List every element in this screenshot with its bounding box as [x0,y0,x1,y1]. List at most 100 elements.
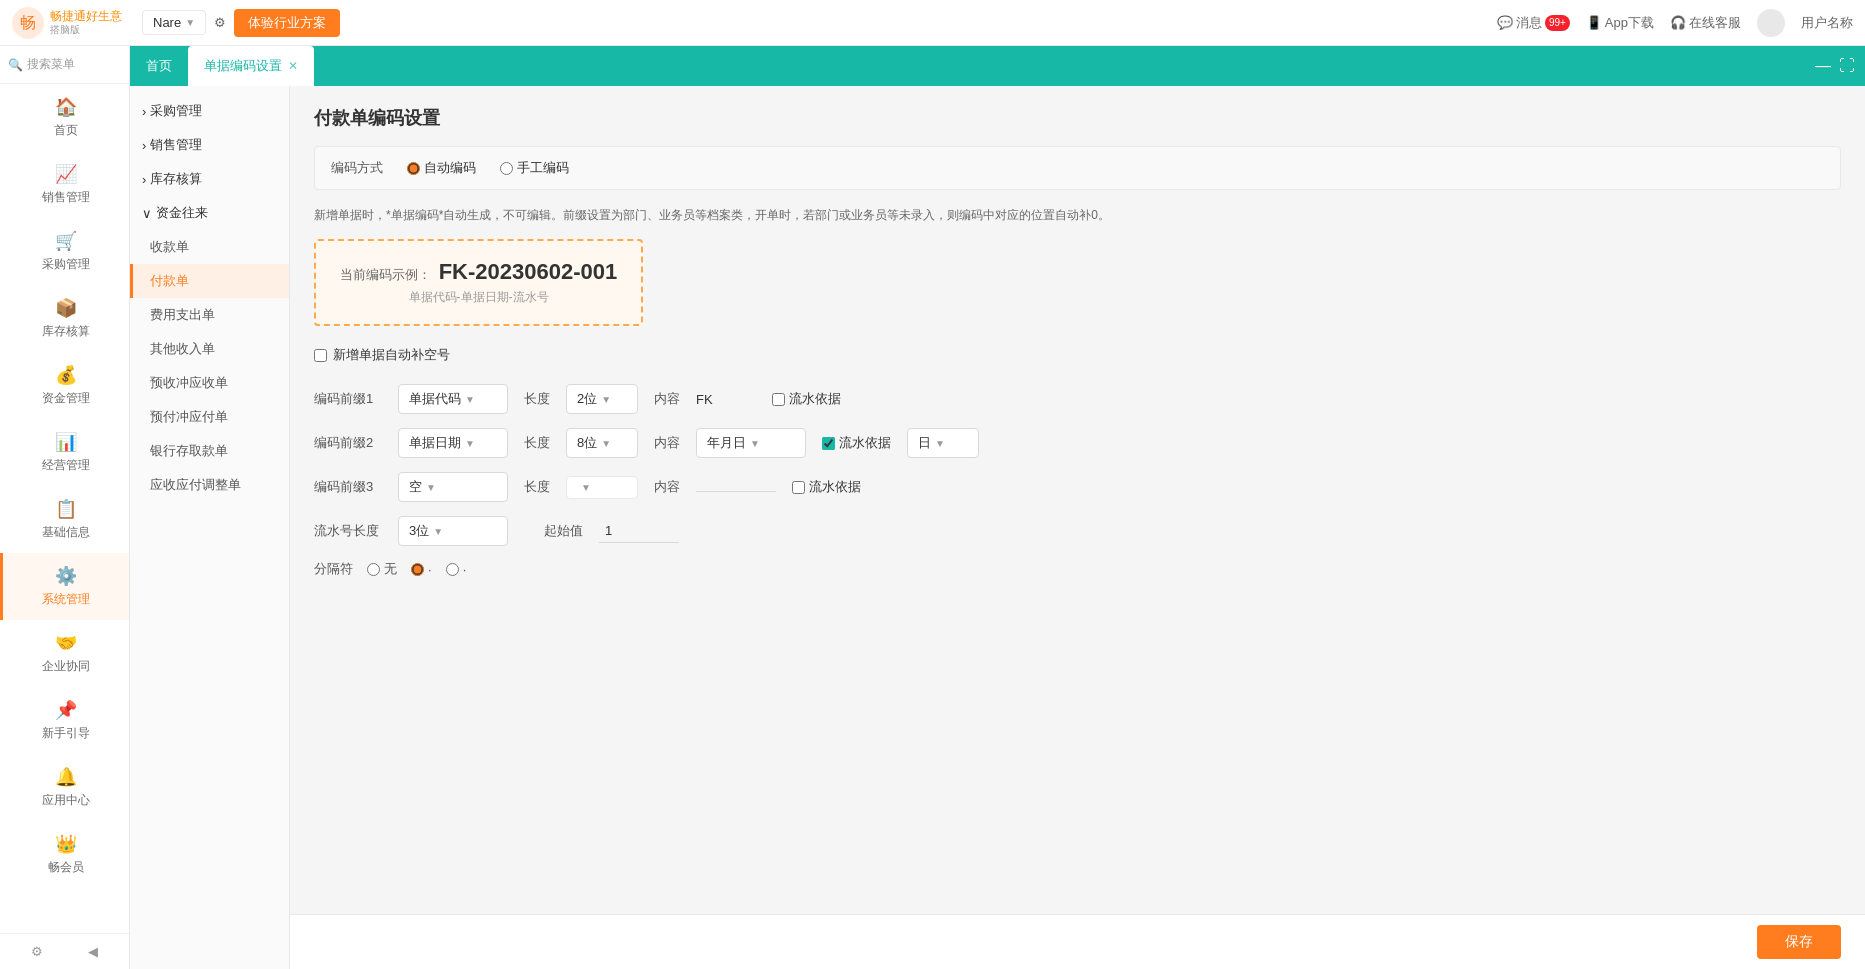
separator-dash-label[interactable]: · [446,562,467,577]
sidebar-item-basic[interactable]: 📋 基础信息 [0,486,129,553]
basic-icon: 📋 [55,498,77,520]
topbar: 畅 畅捷通好生意 搭脑版 Nare ▼ ⚙ 体验行业方案 💬 消息 99+ 📱 … [0,0,1865,46]
prefix1-length-chevron-icon: ▼ [601,394,611,405]
online-service-btn[interactable]: 🎧 在线客服 [1670,14,1741,32]
logo-area: 畅 畅捷通好生意 搭脑版 [12,7,142,39]
code-preview-box: 当前编码示例： FK-20230602-001 单据代码-单据日期-流水号 [314,239,643,326]
form-area: 付款单编码设置 编码方式 自动编码 手工编码 [290,86,1865,914]
manual-code-radio[interactable] [500,162,513,175]
sidebar-item-operations[interactable]: 📊 经营管理 [0,419,129,486]
separator-dot-radio[interactable] [411,563,424,576]
bottom-collapse-btn[interactable]: ◀ [88,944,98,959]
code-preview-label-row: 当前编码示例： FK-20230602-001 [340,259,617,285]
sidebar-item-sales[interactable]: 📈 销售管理 [0,151,129,218]
enterprise-icon: 🤝 [55,632,77,654]
sales-icon: 📈 [55,163,77,185]
sub-menu-item-bank[interactable]: 银行存取款单 [130,434,289,468]
guide-icon: 📌 [55,699,77,721]
sidebar-item-purchase[interactable]: 🛒 采购管理 [0,218,129,285]
sidebar-item-vip[interactable]: 👑 畅会员 [0,821,129,888]
prefix3-waterfall-checkbox[interactable] [792,481,805,494]
prefix2-waterfall-checkbox[interactable] [822,437,835,450]
separator-none-label[interactable]: 无 [367,560,397,578]
save-button[interactable]: 保存 [1757,925,1841,959]
prefix3-chevron-icon: ▼ [426,482,436,493]
bottom-bar: 保存 [290,914,1865,969]
sub-menu-sales: › 销售管理 [130,128,289,162]
sidebar-item-appstore[interactable]: 🔔 应用中心 [0,754,129,821]
sidebar-item-label: 库存核算 [42,323,90,340]
start-value-input[interactable] [599,519,679,543]
auto-code-radio-label[interactable]: 自动编码 [407,159,476,177]
sub-layout: › 采购管理 › 销售管理 › 库存核算 [130,86,1865,969]
chevron-right-icon: › [142,104,146,119]
app-download-btn[interactable]: 📱 App下载 [1586,14,1654,32]
sub-menu-item-receipt[interactable]: 收款单 [130,230,289,264]
sidebar-item-guide[interactable]: 📌 新手引导 [0,687,129,754]
sidebar-item-label: 应用中心 [42,792,90,809]
tab-home[interactable]: 首页 [130,46,188,86]
sidebar-item-home[interactable]: 🏠 首页 [0,84,129,151]
sidebar-item-inventory[interactable]: 📦 库存核算 [0,285,129,352]
home-icon: 🏠 [55,96,77,118]
auto-fill-checkbox[interactable] [314,349,327,362]
prefix2-content-select[interactable]: 年月日 ▼ [696,428,806,458]
serial-length-select[interactable]: 3位 ▼ [398,516,508,546]
industry-btn[interactable]: 体验行业方案 [234,9,340,37]
sidebar-item-finance[interactable]: 💰 资金管理 [0,352,129,419]
main-content: 首页 单据编码设置 ✕ — ⛶ › 采购管理 [130,46,1865,969]
bottom-settings-btn[interactable]: ⚙ [31,944,43,959]
sidebar-item-label: 经营管理 [42,457,90,474]
manual-code-radio-label[interactable]: 手工编码 [500,159,569,177]
prefix2-select[interactable]: 单据日期 ▼ [398,428,508,458]
page-title: 付款单编码设置 [314,106,1841,130]
sub-menu-item-expense[interactable]: 费用支出单 [130,298,289,332]
separator-dash-radio[interactable] [446,563,459,576]
sub-menu-item-ar-ap[interactable]: 应收应付调整单 [130,468,289,502]
sub-sidebar: › 采购管理 › 销售管理 › 库存核算 [130,86,290,969]
user-avatar[interactable] [1757,9,1785,37]
sub-menu-item-payment[interactable]: 付款单 [130,264,289,298]
tabbar-maximize-icon[interactable]: ⛶ [1839,57,1855,75]
appstore-icon: 🔔 [55,766,77,788]
sub-menu-purchase-header[interactable]: › 采购管理 [130,94,289,128]
separator-dot-label[interactable]: · [411,562,432,577]
sub-menu-inventory-header[interactable]: › 库存核算 [130,162,289,196]
company-selector[interactable]: Nare ▼ [142,10,206,35]
sidebar-search[interactable]: 🔍 搜索菜单 [0,46,129,84]
prefix3-select[interactable]: 空 ▼ [398,472,508,502]
prefix1-chevron-icon: ▼ [465,394,475,405]
prefix2-waterfall-select[interactable]: 日 ▼ [907,428,979,458]
prefix2-length-select[interactable]: 8位 ▼ [566,428,638,458]
sub-menu-item-other-income[interactable]: 其他收入单 [130,332,289,366]
separator-label: 分隔符 [314,560,353,578]
vip-icon: 👑 [55,833,77,855]
sidebar-bottom: ⚙ ◀ [0,933,129,969]
topbar-right: 💬 消息 99+ 📱 App下载 🎧 在线客服 用户名称 [1497,9,1853,37]
prefix1-waterfall-checkbox[interactable] [772,393,785,406]
prefix3-length-select[interactable]: ▼ [566,476,638,499]
tabbar-minimize-icon[interactable]: — [1815,57,1831,75]
prefix3-length-label: 长度 [524,478,550,496]
auto-code-radio[interactable] [407,162,420,175]
settings-icon-btn[interactable]: ⚙ [214,15,226,30]
separator-radio-group: 无 · · [367,560,466,578]
svg-text:畅: 畅 [20,14,36,31]
prefix1-label: 编码前缀1 [314,390,382,408]
sub-menu-capital-header[interactable]: ∨ 资金往来 [130,196,289,230]
sidebar-item-system[interactable]: ⚙️ 系统管理 [0,553,129,620]
prefix2-waterfall-label[interactable]: 流水依据 [822,434,891,452]
sub-menu-item-pre-payable[interactable]: 预付冲应付单 [130,400,289,434]
sidebar-item-enterprise[interactable]: 🤝 企业协同 [0,620,129,687]
sub-menu-sales-header[interactable]: › 销售管理 [130,128,289,162]
coding-method-label: 编码方式 [331,159,383,177]
prefix3-waterfall-label[interactable]: 流水依据 [792,478,861,496]
tab-close-icon[interactable]: ✕ [288,59,298,73]
prefix1-length-select[interactable]: 2位 ▼ [566,384,638,414]
tab-code-setting[interactable]: 单据编码设置 ✕ [188,46,314,86]
message-btn[interactable]: 💬 消息 99+ [1497,14,1570,32]
separator-none-radio[interactable] [367,563,380,576]
prefix1-select[interactable]: 单据代码 ▼ [398,384,508,414]
sub-menu-item-pre-receivable[interactable]: 预收冲应收单 [130,366,289,400]
prefix1-waterfall-label[interactable]: 流水依据 [772,390,841,408]
